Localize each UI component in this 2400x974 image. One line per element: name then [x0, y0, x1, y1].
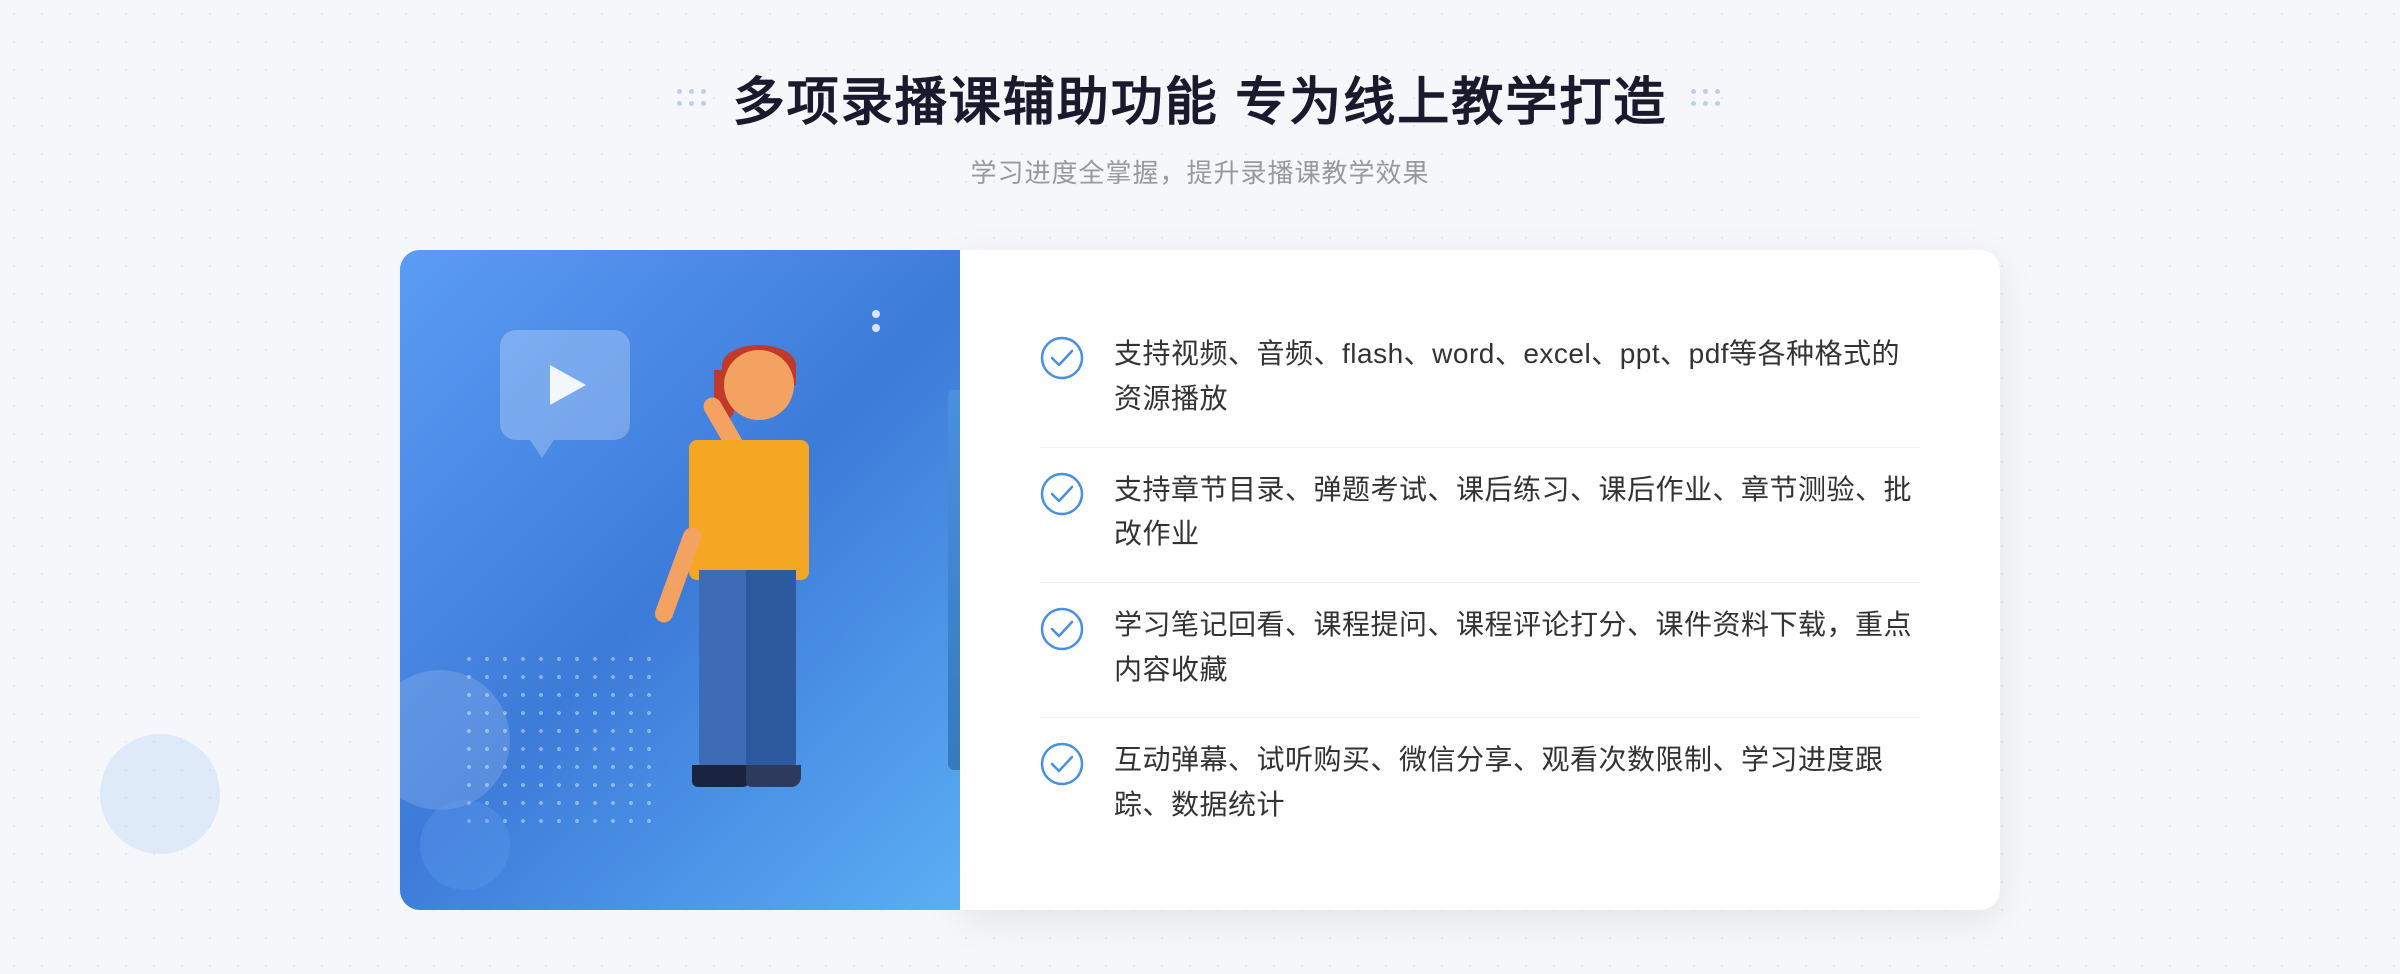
person-pants-left [699, 570, 749, 770]
content-area: » [400, 250, 2000, 910]
feature-item-2: 支持章节目录、弹题考试、课后练习、课后作业、章节测验、批改作业 [1040, 447, 1920, 578]
features-card: 支持视频、音频、flash、word、excel、ppt、pdf等各种格式的资源… [960, 250, 2000, 910]
page-subtitle: 学习进度全掌握，提升录播课教学效果 [677, 153, 1723, 190]
decorative-circle-small [420, 800, 510, 890]
feature-text-1: 支持视频、音频、flash、word、excel、ppt、pdf等各种格式的资源… [1114, 332, 1920, 422]
page-title: 多项录播课辅助功能 专为线上教学打造 [733, 60, 1667, 135]
header-title-row: 多项录播课辅助功能 专为线上教学打造 [677, 60, 1723, 135]
light-streak-decoration [872, 310, 880, 332]
feature-text-4: 互动弹幕、试听购买、微信分享、观看次数限制、学习进度跟踪、数据统计 [1114, 738, 1920, 828]
feature-text-3: 学习笔记回看、课程提问、课程评论打分、课件资料下载，重点内容收藏 [1114, 603, 1920, 693]
feature-text-2: 支持章节目录、弹题考试、课后练习、课后作业、章节测验、批改作业 [1114, 468, 1920, 558]
feature-item-4: 互动弹幕、试听购买、微信分享、观看次数限制、学习进度跟踪、数据统计 [1040, 717, 1920, 848]
page-wrapper: 多项录播课辅助功能 专为线上教学打造 学习进度全掌握，提升录播课教学效果 » [0, 0, 2400, 974]
person-illustration [584, 350, 904, 910]
check-circle-icon-4 [1040, 742, 1084, 786]
feature-item-3: 学习笔记回看、课程提问、课程评论打分、课件资料下载，重点内容收藏 [1040, 582, 1920, 713]
person-shoe-left [692, 765, 752, 787]
person-pants-right [746, 570, 796, 770]
person-shirt [689, 440, 809, 580]
accent-bar [948, 390, 960, 770]
left-decorative-dots [677, 88, 709, 108]
check-circle-icon-3 [1040, 607, 1084, 651]
right-decorative-dots [1691, 88, 1723, 108]
feature-item-1: 支持视频、音频、flash、word、excel、ppt、pdf等各种格式的资源… [1040, 312, 1920, 442]
person-head [724, 350, 794, 420]
check-circle-icon-1 [1040, 336, 1084, 380]
side-circle-decoration [100, 734, 220, 854]
play-button-icon [550, 365, 586, 405]
check-circle-icon-2 [1040, 472, 1084, 516]
illustration-card [400, 250, 960, 910]
header-section: 多项录播课辅助功能 专为线上教学打造 学习进度全掌握，提升录播课教学效果 [677, 60, 1723, 190]
person-shoe-right [746, 765, 801, 787]
